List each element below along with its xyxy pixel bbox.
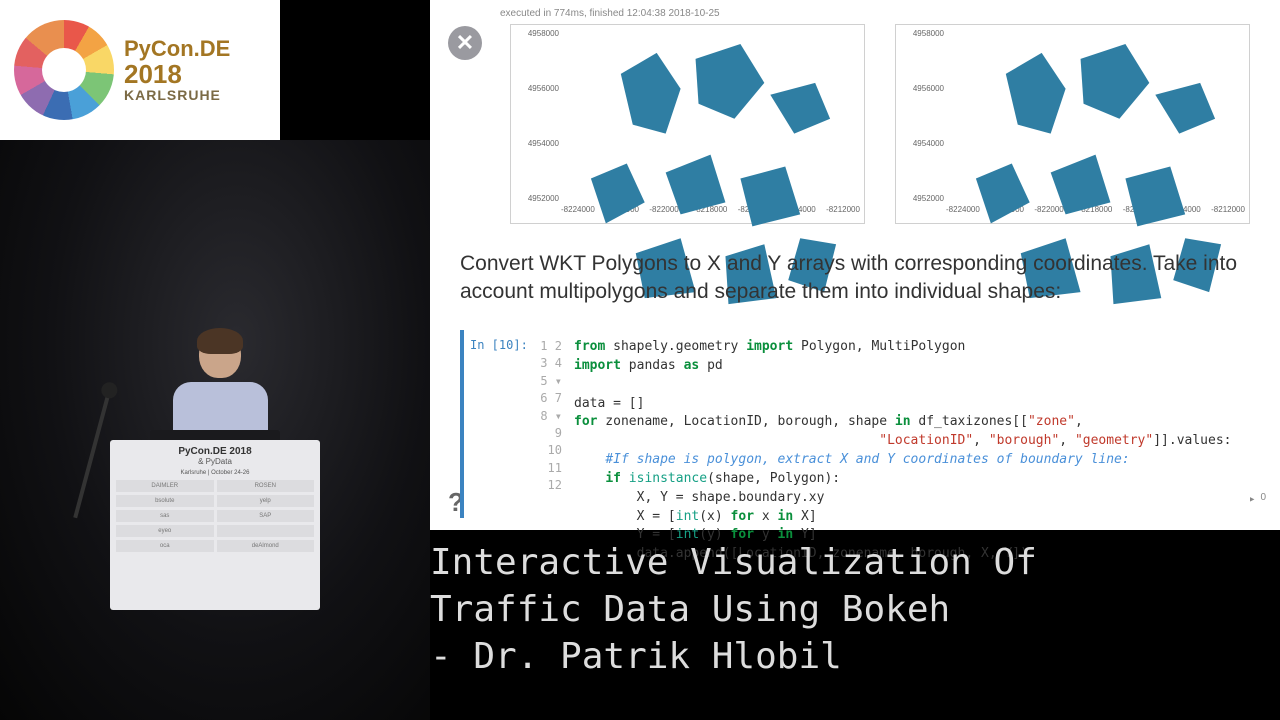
speaker-video-region: PyCon.DE 2018 & PyData Karlsruhe | Octob… [0, 140, 430, 720]
logo-line1: PyCon.DE [124, 37, 230, 60]
ytick: 4958000 [513, 29, 559, 38]
bokeh-plot-right[interactable]: 4958000495600049540004952000 -8224000-82… [895, 24, 1250, 224]
ytick: 4956000 [898, 84, 944, 93]
execution-status: executed in 774ms, finished 12:04:38 201… [500, 8, 720, 19]
ytick: 4952000 [898, 194, 944, 203]
caption-line1: Interactive Visualization Of [430, 540, 1265, 587]
code-source: from shapely.geometry import Polygon, Mu… [568, 330, 1250, 518]
podium-location: Karlsruhe | October 24-26 [181, 470, 250, 476]
color-wheel-icon [14, 20, 114, 120]
cell-prompt: In [10]: [464, 330, 536, 518]
caption-line2: Traffic Data Using Bokeh [430, 587, 1265, 634]
sponsor-grid: DAIMLER ROSEN bsolute yelp sas SAP eyeo … [116, 480, 314, 552]
podium-title: PyCon.DE 2018 [178, 446, 251, 457]
video-caption: Interactive Visualization Of Traffic Dat… [430, 540, 1265, 680]
sponsor: deAlmond [217, 540, 315, 552]
sponsor: ROSEN [217, 480, 315, 492]
podium-subtitle: & PyData [198, 457, 232, 466]
sponsor: yelp [217, 495, 315, 507]
slide-paragraph: Convert WKT Polygons to X and Y arrays w… [460, 250, 1250, 307]
conference-logo: PyCon.DE 2018 KARLSRUHE [0, 0, 280, 140]
code-cell[interactable]: In [10]: 1 2 3 4 5 ▾ 6 7 8 ▾ 9 10 11 12 … [460, 330, 1250, 518]
microphone [73, 392, 111, 519]
caption-line3: - Dr. Patrik Hlobil [430, 634, 1265, 681]
line-gutter: 1 2 3 4 5 ▾ 6 7 8 ▾ 9 10 11 12 [536, 330, 568, 518]
ytick: 4958000 [898, 29, 944, 38]
podium: PyCon.DE 2018 & PyData Karlsruhe | Octob… [110, 440, 320, 700]
sponsor: bsolute [116, 495, 214, 507]
ytick: 4952000 [513, 194, 559, 203]
sponsor: SAP [217, 510, 315, 522]
ytick: 4956000 [513, 84, 559, 93]
bokeh-plot-left[interactable]: 4958000495600049540004952000 -8224000-82… [510, 24, 865, 224]
ytick: 4954000 [513, 139, 559, 148]
sponsor [217, 525, 315, 537]
sponsor: sas [116, 510, 214, 522]
logo-line3: KARLSRUHE [124, 88, 230, 103]
sponsor: eyeo [116, 525, 214, 537]
close-icon[interactable]: ✕ [448, 26, 482, 60]
sponsor: oca [116, 540, 214, 552]
nav-page: 0 [1260, 493, 1266, 503]
sponsor: DAIMLER [116, 480, 214, 492]
logo-line2: 2018 [124, 61, 230, 88]
ytick: 4954000 [898, 139, 944, 148]
presentation-slide: executed in 774ms, finished 12:04:38 201… [430, 0, 1280, 530]
